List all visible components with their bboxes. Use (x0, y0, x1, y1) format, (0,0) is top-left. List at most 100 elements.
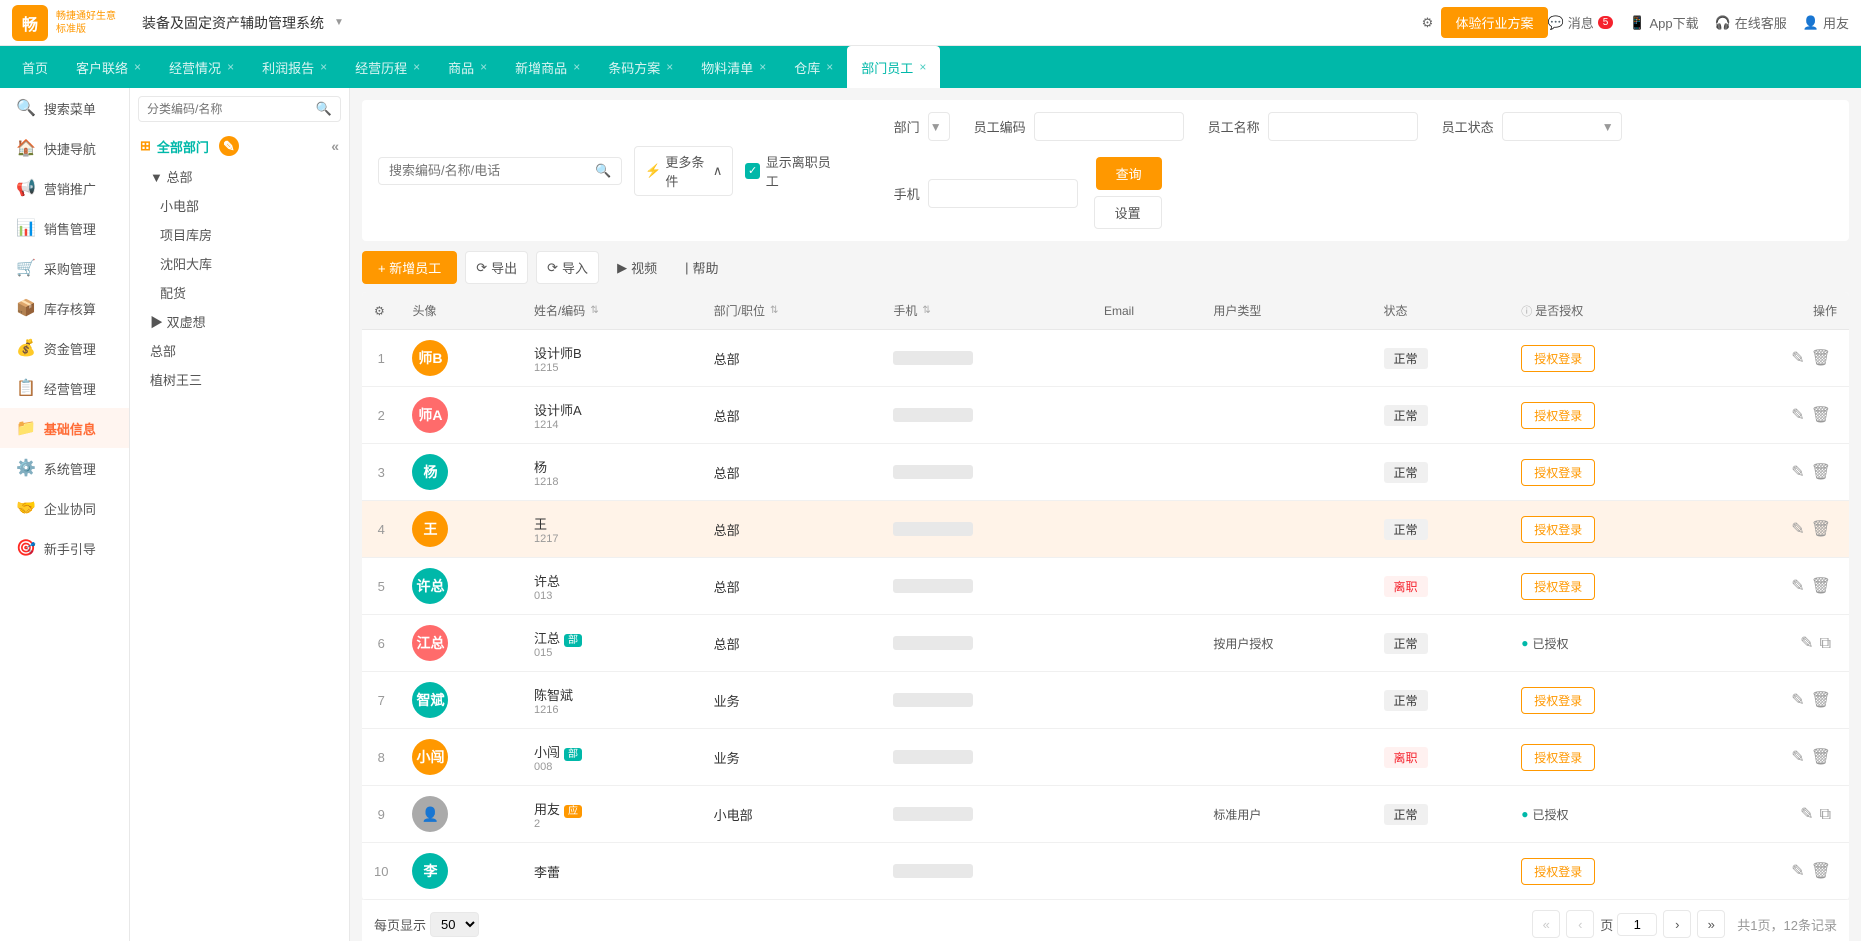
nav-item-客户联络[interactable]: 客户联络× (62, 46, 155, 88)
edit-button[interactable]: ✎ (1800, 806, 1813, 823)
delete-button[interactable]: 🗑 (1811, 578, 1831, 595)
prev-button[interactable]: ‹ (1566, 910, 1594, 938)
edit-button[interactable]: ✎ (1800, 635, 1813, 652)
th-settings[interactable]: ⚙ (362, 292, 400, 330)
dept-search-box[interactable]: 🔍 (138, 96, 341, 122)
nav-item-物料清单[interactable]: 物料清单× (687, 46, 780, 88)
delete-button[interactable]: 🗑 (1811, 692, 1831, 709)
phone-input[interactable] (928, 179, 1078, 208)
nav-close-icon[interactable]: × (480, 60, 487, 74)
nav-close-icon[interactable]: × (413, 60, 420, 74)
online-service-button[interactable]: 🎧 在线客服 (1715, 13, 1787, 32)
dept-node-双虚想[interactable]: ▶ 双虚想 (130, 307, 349, 336)
delete-button[interactable]: 🗑 (1811, 350, 1831, 367)
settings-icon[interactable]: ⚙ (1413, 9, 1441, 37)
trial-button[interactable]: 体验行业方案 (1441, 7, 1547, 38)
delete-button[interactable]: 🗑 (1811, 464, 1831, 481)
sidebar-item-快捷导航[interactable]: 🏠快捷导航 (0, 128, 129, 168)
dept-node-小电部[interactable]: 小电部 (130, 191, 349, 220)
nav-close-icon[interactable]: × (320, 60, 327, 74)
nav-close-icon[interactable]: × (919, 60, 926, 74)
next-button[interactable]: › (1663, 910, 1691, 938)
auth-button[interactable]: 授权登录 (1521, 402, 1595, 429)
copy-button[interactable]: ⧉ (1820, 806, 1831, 823)
sidebar-item-经营管理[interactable]: 📋经营管理 (0, 368, 129, 408)
nav-close-icon[interactable]: × (759, 60, 766, 74)
per-page-select[interactable]: 50 (430, 912, 479, 937)
delete-button[interactable]: 🗑 (1811, 863, 1831, 880)
emp-status-select[interactable] (1502, 112, 1622, 141)
dept-node-配货[interactable]: 配货 (130, 278, 349, 307)
view-button[interactable]: ▶ 视频 (607, 252, 667, 283)
auth-button[interactable]: 授权登录 (1521, 345, 1595, 372)
reset-button[interactable]: 设置 (1094, 196, 1162, 229)
sidebar-item-基础信息[interactable]: 📁基础信息 (0, 408, 129, 448)
auth-button[interactable]: 授权登录 (1521, 744, 1595, 771)
sidebar-item-营销推广[interactable]: 📢营销推广 (0, 168, 129, 208)
nav-item-仓库[interactable]: 仓库× (780, 46, 847, 88)
user-menu-button[interactable]: 👤 用友 (1803, 13, 1849, 32)
emp-name-input[interactable] (1268, 112, 1418, 141)
nav-item-部门员工[interactable]: 部门员工× (847, 46, 940, 88)
nav-close-icon[interactable]: × (826, 60, 833, 74)
edit-button[interactable]: ✎ (1791, 464, 1804, 481)
edit-button[interactable]: ✎ (1791, 350, 1804, 367)
sidebar-item-采购管理[interactable]: 🛒采购管理 (0, 248, 129, 288)
nav-item-新增商品[interactable]: 新增商品× (501, 46, 594, 88)
dept-all-button[interactable]: ⊞ 全部部门 ✎ « (130, 130, 349, 162)
auth-button[interactable]: 授权登录 (1521, 858, 1595, 885)
query-button[interactable]: 查询 (1096, 157, 1162, 190)
sidebar-item-销售管理[interactable]: 📊销售管理 (0, 208, 129, 248)
nav-close-icon[interactable]: × (134, 60, 141, 74)
edit-button[interactable]: ✎ (1791, 407, 1804, 424)
nav-item-条码方案[interactable]: 条码方案× (594, 46, 687, 88)
th-phone[interactable]: 手机⇅ (881, 292, 1092, 330)
page-input[interactable] (1617, 913, 1657, 936)
copy-button[interactable]: ⧉ (1820, 635, 1831, 652)
edit-button[interactable]: ✎ (1791, 692, 1804, 709)
sidebar-item-系统管理[interactable]: ⚙️系统管理 (0, 448, 129, 488)
nav-item-首页[interactable]: 首页 (8, 46, 62, 88)
edit-button[interactable]: ✎ (1791, 749, 1804, 766)
dept-node-植树王三[interactable]: 植树王三 (130, 365, 349, 394)
search-box[interactable]: 🔍 (378, 157, 622, 185)
import-button[interactable]: ⟳ 导入 (536, 251, 599, 284)
export-button[interactable]: ⟳ 导出 (465, 251, 528, 284)
prev-first-button[interactable]: « (1532, 910, 1560, 938)
sidebar-item-新手引导[interactable]: 🎯新手引导 (0, 528, 129, 568)
dept-edit-icon[interactable]: ✎ (219, 136, 239, 156)
sidebar-item-库存核算[interactable]: 📦库存核算 (0, 288, 129, 328)
nav-item-利润报告[interactable]: 利润报告× (248, 46, 341, 88)
system-dropdown-arrow[interactable]: ▼ (334, 17, 344, 28)
nav-item-经营情况[interactable]: 经营情况× (155, 46, 248, 88)
sidebar-item-搜索菜单[interactable]: 🔍搜索菜单 (0, 88, 129, 128)
nav-close-icon[interactable]: × (227, 60, 234, 74)
message-button[interactable]: 💬 消息 5 (1548, 13, 1614, 32)
help-button[interactable]: | 帮助 (675, 252, 728, 283)
nav-item-商品[interactable]: 商品× (434, 46, 501, 88)
th-dept[interactable]: 部门/职位⇅ (702, 292, 882, 330)
auth-button[interactable]: 授权登录 (1521, 516, 1595, 543)
nav-item-经营历程[interactable]: 经营历程× (341, 46, 434, 88)
more-filter-button[interactable]: ⚡ 更多条件 ∧ (634, 146, 733, 196)
next-last-button[interactable]: » (1697, 910, 1725, 938)
dept-search-input[interactable] (147, 102, 312, 116)
sidebar-item-企业协同[interactable]: 🤝企业协同 (0, 488, 129, 528)
nav-close-icon[interactable]: × (666, 60, 673, 74)
auth-button[interactable]: 授权登录 (1521, 687, 1595, 714)
emp-code-input[interactable] (1034, 112, 1184, 141)
th-name[interactable]: 姓名/编码⇅ (522, 292, 702, 330)
auth-button[interactable]: 授权登录 (1521, 573, 1595, 600)
dept-collapse-btn[interactable]: « (331, 138, 339, 154)
app-download-button[interactable]: 📱 App下载 (1629, 13, 1698, 32)
dept-node-沈阳大库[interactable]: 沈阳大库 (130, 249, 349, 278)
add-employee-button[interactable]: + 新增员工 (362, 251, 457, 284)
delete-button[interactable]: 🗑 (1811, 521, 1831, 538)
dept-node-总部[interactable]: ▼ 总部 (130, 162, 349, 191)
dept-node-项目库房[interactable]: 项目库房 (130, 220, 349, 249)
edit-button[interactable]: ✎ (1791, 578, 1804, 595)
dept-filter-select[interactable] (928, 112, 950, 141)
delete-button[interactable]: 🗑 (1811, 407, 1831, 424)
edit-button[interactable]: ✎ (1791, 521, 1804, 538)
sidebar-item-资金管理[interactable]: 💰资金管理 (0, 328, 129, 368)
